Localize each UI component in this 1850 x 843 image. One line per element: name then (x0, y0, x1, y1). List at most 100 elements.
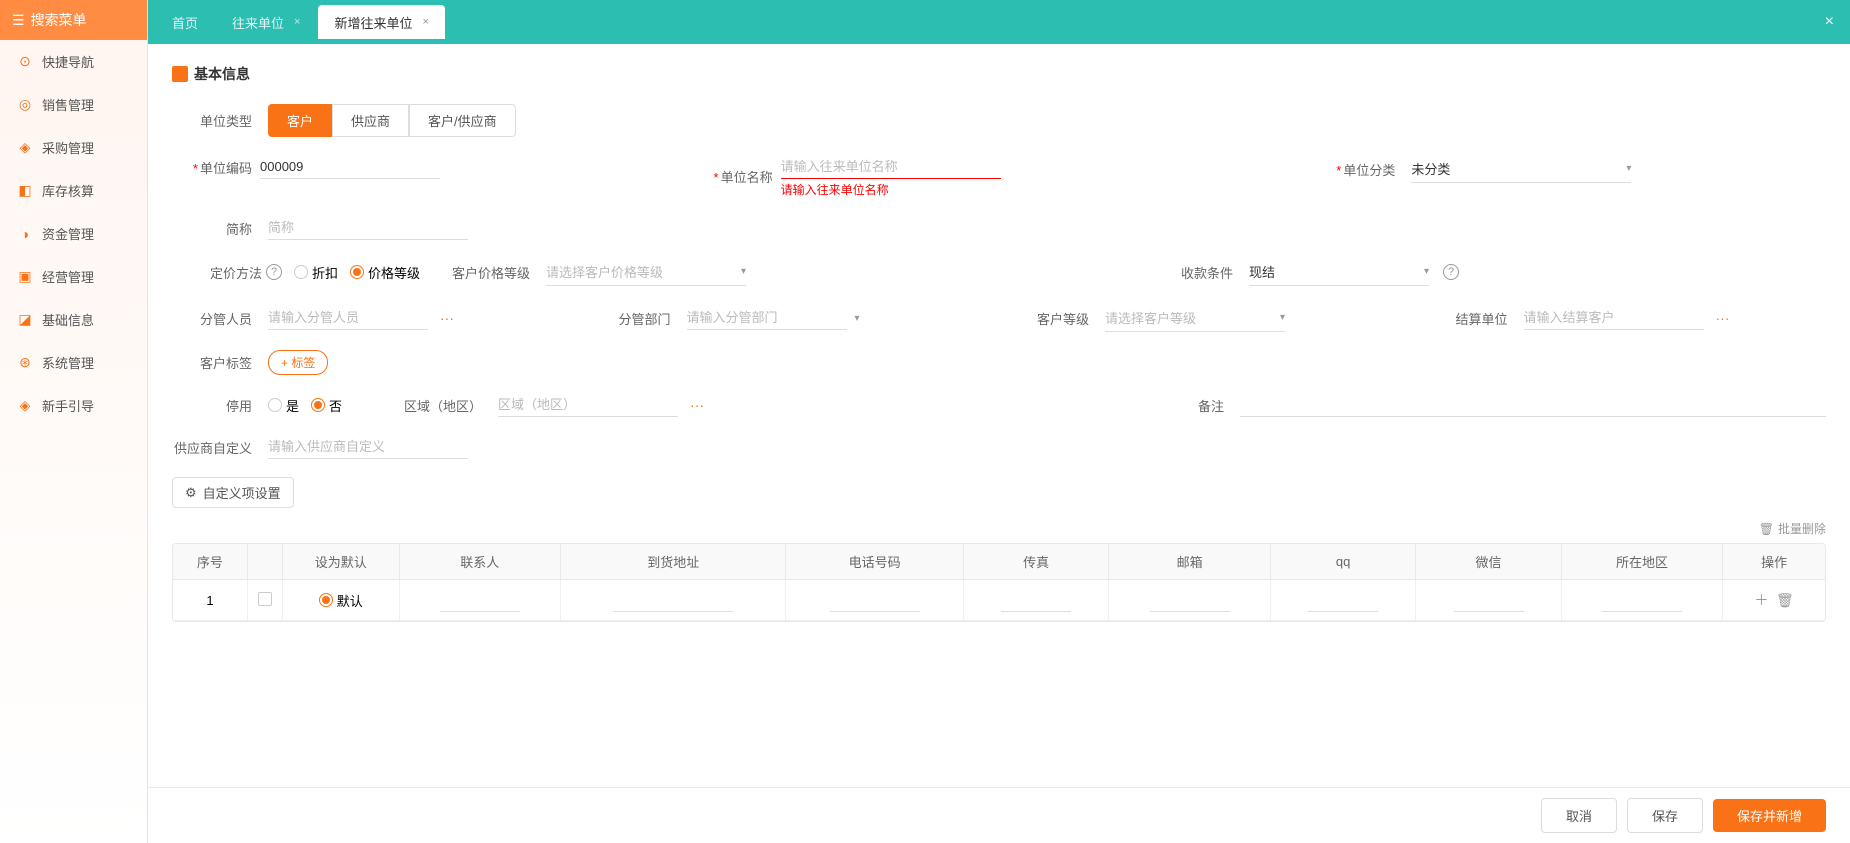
discount-radio-circle (294, 265, 308, 279)
pricing-method-radios: 折扣 价格等级 (294, 263, 420, 282)
default-label: 默认 (337, 591, 363, 610)
col-fax: 传真 (963, 544, 1108, 580)
window-close-button[interactable]: × (1817, 9, 1842, 35)
customer-level-label: 客户等级 (1009, 309, 1089, 328)
sidebar-item-label: 销售管理 (42, 95, 94, 114)
tab-home[interactable]: 首页 (156, 5, 214, 39)
disable-label: 停用 (172, 396, 252, 415)
payment-help-icon[interactable]: ? (1443, 264, 1459, 280)
supplier-custom-input[interactable] (268, 435, 468, 459)
sidebar-item-inventory[interactable]: ◧ 库存核算 (0, 169, 147, 212)
content-area: 基本信息 单位类型 客户 供应商 客户/供应商 *单位编码 (148, 44, 1850, 787)
pricing-row: 定价方法 ? 折扣 价格等级 客户价格等级 (172, 258, 1826, 286)
disable-no-label: 否 (329, 396, 342, 415)
customer-type-button[interactable]: 客户 (268, 104, 332, 137)
row-fax-cell[interactable] (963, 580, 1108, 621)
unit-name-input[interactable] (781, 155, 1001, 179)
row-wechat-input[interactable] (1454, 588, 1524, 612)
row-checkbox[interactable] (258, 592, 272, 606)
row-delete-button[interactable]: 🗑 (1776, 592, 1794, 608)
add-tag-button[interactable]: + 标签 (268, 350, 328, 375)
unit-category-select[interactable]: 未分类 ▾ (1411, 155, 1631, 183)
row-checkbox-cell[interactable] (247, 580, 282, 621)
manager-input[interactable] (268, 306, 428, 330)
row-contact-input[interactable] (440, 588, 520, 612)
department-select[interactable]: ▾ (855, 313, 875, 324)
tab-partners-close[interactable]: × (294, 16, 300, 28)
abbreviation-input[interactable] (268, 216, 468, 240)
settlement-more-button[interactable]: ··· (1712, 310, 1734, 326)
tab-new-partner-close[interactable]: × (422, 16, 428, 28)
disable-radios: 是 否 (268, 396, 342, 415)
department-input[interactable] (687, 306, 847, 330)
disable-yes-radio[interactable]: 是 (268, 396, 299, 415)
department-label: 分管部门 (591, 309, 671, 328)
table-row: 1 默认 (173, 580, 1825, 621)
unit-type-label: 单位类型 (172, 111, 252, 130)
abbreviation-row: 简称 (172, 216, 1826, 240)
customer-level-chevron-icon: ▾ (1280, 312, 1285, 323)
row-location-cell[interactable] (1561, 580, 1722, 621)
search-menu-button[interactable]: ☰ 搜索菜单 (0, 0, 147, 40)
sidebar-item-purchase[interactable]: ◈ 采购管理 (0, 126, 147, 169)
unit-code-field: *单位编码 (172, 155, 683, 179)
customer-price-select[interactable]: 请选择客户价格等级 ▾ (546, 258, 746, 286)
tab-new-partner[interactable]: 新增往来单位 × (318, 5, 444, 39)
cancel-button[interactable]: 取消 (1541, 798, 1617, 833)
payment-terms-select[interactable]: 现结 ▾ (1249, 258, 1429, 286)
row-qq-input[interactable] (1308, 588, 1378, 612)
region-more-button[interactable]: ··· (686, 397, 708, 413)
contacts-table: 序号 设为默认 联系人 到货地址 电话号码 传真 邮箱 qq 微信 所在地区 操… (172, 543, 1826, 622)
customer-level-field: 客户等级 请选择客户等级 ▾ (1009, 304, 1408, 332)
sidebar-item-operation[interactable]: ▣ 经营管理 (0, 255, 147, 298)
sidebar-item-sales[interactable]: ◎ 销售管理 (0, 83, 147, 126)
row-fax-input[interactable] (1001, 588, 1071, 612)
row-email-input[interactable] (1150, 588, 1230, 612)
row-wechat-cell[interactable] (1416, 580, 1561, 621)
remark-field: 备注 (1144, 393, 1826, 417)
batch-delete-button[interactable]: 🗑 批量删除 (1759, 520, 1826, 537)
pricing-level-radio[interactable]: 价格等级 (350, 263, 420, 282)
unit-code-input[interactable] (260, 155, 440, 179)
sidebar-item-system[interactable]: ⊛ 系统管理 (0, 341, 147, 384)
customer-level-select[interactable]: 请选择客户等级 ▾ (1105, 304, 1285, 332)
operation-icon: ▣ (16, 268, 34, 286)
no-radio-dot (314, 401, 322, 409)
row-phone-input[interactable] (830, 588, 920, 612)
department-field: 分管部门 ▾ (591, 306, 990, 330)
tab-bar: 首页 往来单位 × 新增往来单位 × × (148, 0, 1850, 44)
sidebar-item-quick-nav[interactable]: ⊙ 快捷导航 (0, 40, 147, 83)
row-email-cell[interactable] (1109, 580, 1270, 621)
disable-no-radio[interactable]: 否 (311, 396, 342, 415)
unit-type-buttons: 客户 供应商 客户/供应商 (268, 104, 516, 137)
settlement-label: 结算单位 (1428, 309, 1508, 328)
settlement-input[interactable] (1524, 306, 1704, 330)
manager-field: 分管人员 ··· (172, 306, 571, 330)
sidebar-item-guide[interactable]: ◈ 新手引导 (0, 384, 147, 427)
custom-settings-button[interactable]: ⚙ 自定义项设置 (172, 477, 294, 508)
customer-level-value: 请选择客户等级 (1105, 308, 1276, 327)
sidebar-item-basic[interactable]: ◪ 基础信息 (0, 298, 147, 341)
remark-input[interactable] (1240, 393, 1826, 417)
row-contact-cell[interactable] (399, 580, 560, 621)
tab-partners[interactable]: 往来单位 × (216, 5, 316, 39)
region-input[interactable] (498, 393, 678, 417)
sidebar-item-label: 新手引导 (42, 396, 94, 415)
supplier-type-button[interactable]: 供应商 (332, 104, 409, 137)
both-type-button[interactable]: 客户/供应商 (409, 104, 516, 137)
row-phone-cell[interactable] (786, 580, 963, 621)
row-default-radio[interactable]: 默认 (293, 591, 389, 610)
purchase-icon: ◈ (16, 139, 34, 157)
pricing-discount-radio[interactable]: 折扣 (294, 263, 338, 282)
settlement-field: 结算单位 ··· (1428, 306, 1827, 330)
row-qq-cell[interactable] (1270, 580, 1415, 621)
save-new-button[interactable]: 保存并新增 (1713, 799, 1826, 832)
save-button[interactable]: 保存 (1627, 798, 1703, 833)
sidebar-item-finance[interactable]: ◑ 资金管理 (0, 212, 147, 255)
row-address-input[interactable] (613, 588, 733, 612)
row-location-input[interactable] (1602, 588, 1682, 612)
row-address-cell[interactable] (561, 580, 786, 621)
pricing-method-help-icon[interactable]: ? (266, 264, 282, 280)
row-add-button[interactable]: ＋ (1754, 592, 1768, 608)
manager-more-button[interactable]: ··· (436, 310, 458, 326)
